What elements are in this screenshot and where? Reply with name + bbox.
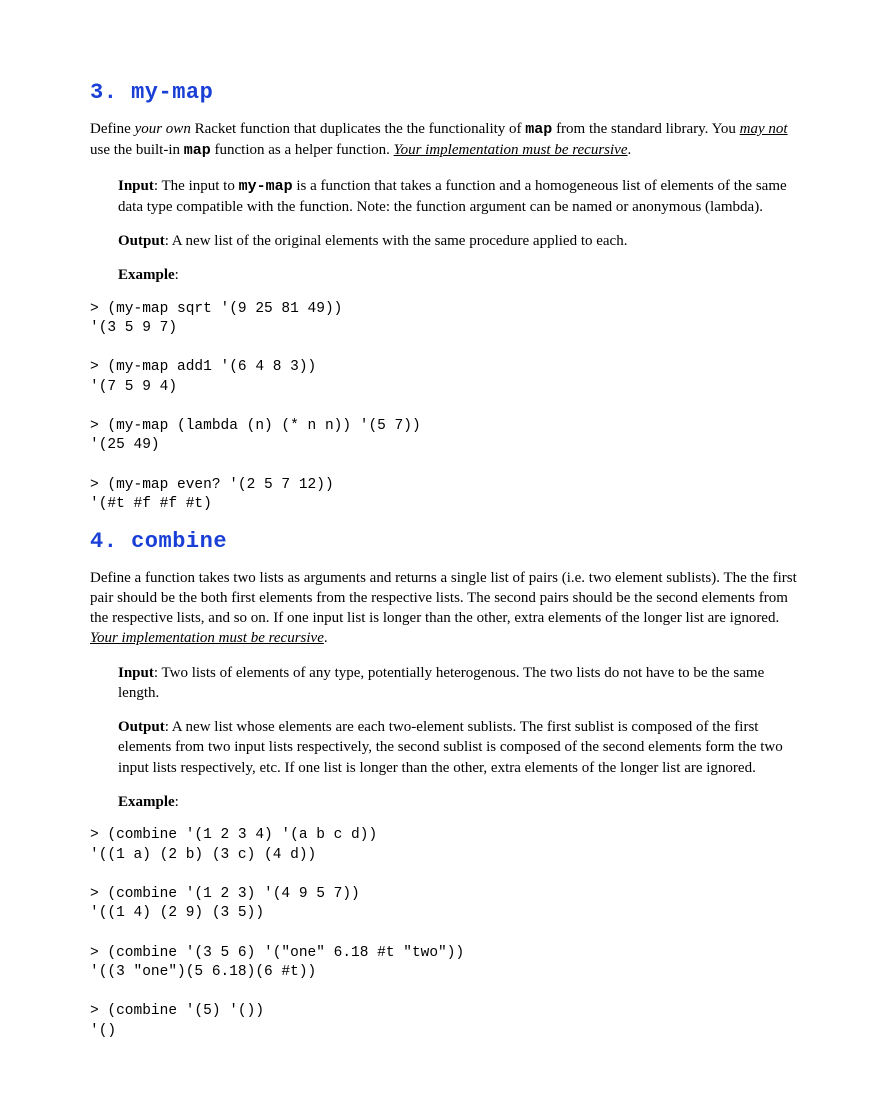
emphasis-may-not: may not [740,121,788,137]
text: : Two lists of elements of any type, pot… [118,665,764,701]
section-3-output: Output: A new list of the original eleme… [118,231,805,251]
section-4-input: Input: Two lists of elements of any type… [118,663,805,704]
code-my-map: my-map [239,178,293,195]
text: . [324,630,328,646]
text: function as a helper function. [211,142,394,158]
text: Define [90,121,135,137]
emphasis-your-own: your own [135,121,191,137]
input-label: Input [118,178,154,194]
emphasis-recursive: Your implementation must be recursive [90,630,324,646]
text: : A new list whose elements are each two… [118,719,783,776]
example-label: Example [118,794,175,810]
section-3-intro: Define your own Racket function that dup… [90,119,805,162]
section-3-input: Input: The input to my-map is a function… [118,176,805,218]
text: Racket function that duplicates the the … [191,121,525,137]
input-label: Input [118,665,154,681]
code-map: map [184,142,211,159]
text: : [175,267,179,283]
text: : A new list of the original elements wi… [165,233,628,249]
text: use the built-in [90,142,184,158]
section-4-output: Output: A new list whose elements are ea… [118,717,805,778]
text: from the standard library. You [552,121,739,137]
example-label: Example [118,267,175,283]
text: Define a function takes two lists as arg… [90,570,797,627]
text: : [175,794,179,810]
text: . [628,142,632,158]
section-3-heading: 3. my-map [90,80,805,105]
document-page: 3. my-map Define your own Racket functio… [0,0,895,1095]
section-4-intro: Define a function takes two lists as arg… [90,568,805,649]
output-label: Output [118,233,165,249]
code-map: map [525,121,552,138]
emphasis-recursive: Your implementation must be recursive [394,142,628,158]
section-3-code-block: > (my-map sqrt '(9 25 81 49)) '(3 5 9 7)… [90,300,805,515]
section-4-heading: 4. combine [90,529,805,554]
text: : The input to [154,178,239,194]
section-4-code-block: > (combine '(1 2 3 4) '(a b c d)) '((1 a… [90,826,805,1041]
output-label: Output [118,719,165,735]
section-3-example-label: Example: [118,265,805,285]
section-4-example-label: Example: [118,792,805,812]
